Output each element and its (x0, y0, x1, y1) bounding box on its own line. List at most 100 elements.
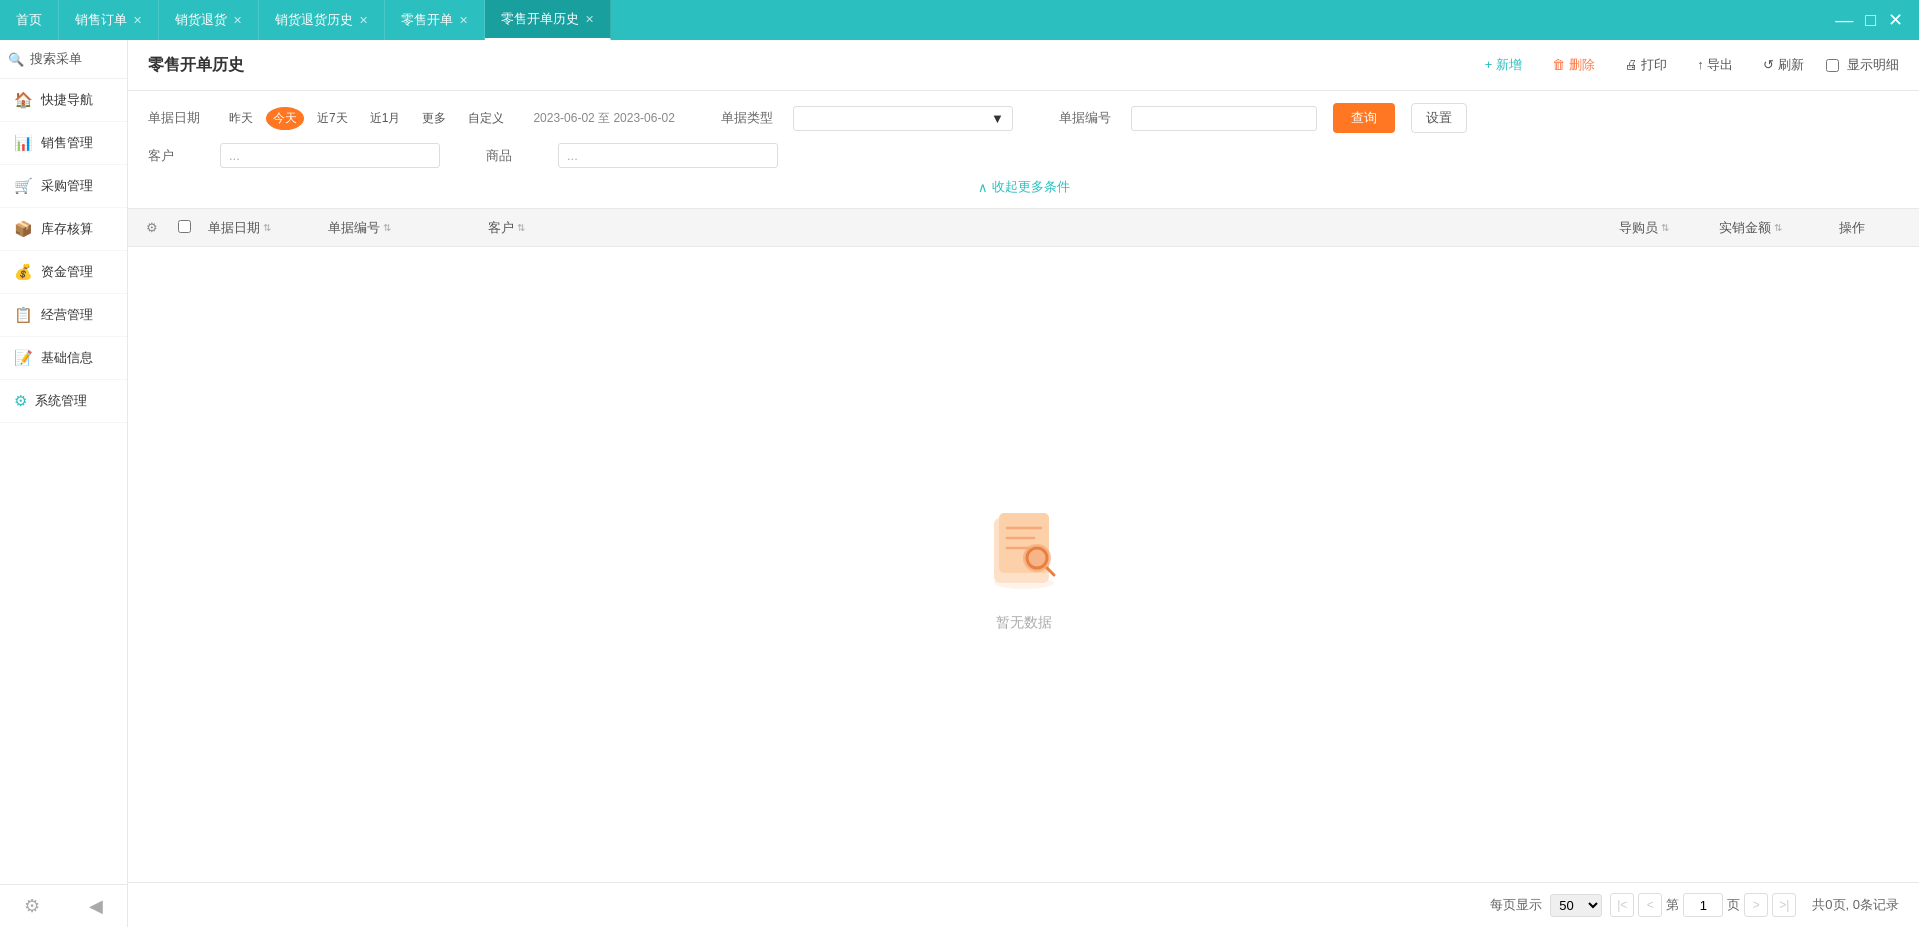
date-buttons: 昨天 今天 近7天 近1月 更多 自定义 (220, 107, 513, 130)
empty-icon (974, 498, 1074, 598)
search-icon: 🔍 (8, 52, 24, 67)
tab-retail-history-close[interactable]: ✕ (585, 13, 594, 26)
management-icon: 📋 (14, 306, 33, 324)
add-button[interactable]: + 新增 (1477, 52, 1530, 78)
goods-label: 商品 (486, 147, 542, 165)
col-date[interactable]: 单据日期 ⇅ (200, 219, 320, 237)
sidebar-item-inventory[interactable]: 📦 库存核算 (0, 208, 127, 251)
sales-icon: 📊 (14, 134, 33, 152)
tab-retail-close[interactable]: ✕ (459, 14, 468, 27)
sidebar-item-label-system: 系统管理 (35, 392, 87, 410)
show-detail-check[interactable] (1826, 59, 1839, 72)
query-button[interactable]: 查询 (1333, 103, 1395, 133)
date-btn-7days[interactable]: 近7天 (308, 107, 357, 130)
select-all-check[interactable] (178, 220, 191, 233)
window-controls: — □ ✕ (1819, 9, 1919, 31)
purchase-icon: 🛒 (14, 177, 33, 195)
col-amount-sort: ⇅ (1774, 222, 1782, 233)
select-all-checkbox[interactable] (168, 220, 200, 236)
delete-button[interactable]: 🗑 删除 (1544, 52, 1603, 78)
content-area: 零售开单历史 + 新增 🗑 删除 🖨 打印 ↑ 导出 ↺ 刷新 显示明细 单据日… (128, 40, 1919, 927)
sidebar-item-label-mgmt: 经营管理 (41, 306, 93, 324)
next-page-btn[interactable]: > (1744, 893, 1768, 917)
collapse-sidebar-icon[interactable]: ◀ (89, 895, 103, 917)
sidebar-item-finance[interactable]: 💰 资金管理 (0, 251, 127, 294)
empty-text: 暂无数据 (996, 614, 1052, 632)
collapse-filter-btn[interactable]: ∧ 收起更多条件 (148, 178, 1899, 196)
sidebar-item-system[interactable]: ⚙ 系统管理 (0, 380, 127, 423)
customer-placeholder: ... (229, 148, 240, 163)
pagination: 每页显示 50 100 200 |< < 第 页 > >| 共0页, 0条记录 (128, 882, 1919, 927)
per-page-label: 每页显示 (1490, 896, 1542, 914)
tab-sales-order[interactable]: 销售订单 ✕ (59, 0, 159, 40)
col-order-no-label: 单据编号 (328, 219, 380, 237)
refresh-button[interactable]: ↺ 刷新 (1755, 52, 1812, 78)
date-btn-more[interactable]: 更多 (413, 107, 455, 130)
total-label: 共0页, 0条记录 (1812, 896, 1899, 914)
col-guide[interactable]: 导购员 ⇅ (1611, 219, 1711, 237)
customer-input[interactable]: ... (220, 143, 440, 168)
type-filter-label: 单据类型 (721, 109, 777, 127)
minimize-btn[interactable]: — (1835, 10, 1853, 31)
per-page-select[interactable]: 50 100 200 (1550, 894, 1602, 917)
setting-button[interactable]: 设置 (1411, 103, 1467, 133)
finance-icon: 💰 (14, 263, 33, 281)
tab-retail-history[interactable]: 零售开单历史 ✕ (485, 0, 611, 40)
empty-area: 暂无数据 (128, 247, 1919, 882)
basics-icon: 📝 (14, 349, 33, 367)
order-no-label: 单据编号 (1059, 109, 1115, 127)
col-action: 操作 (1831, 219, 1911, 237)
col-order-sort: ⇅ (383, 222, 391, 233)
customer-label: 客户 (148, 147, 204, 165)
sidebar-item-label-inventory: 库存核算 (41, 220, 93, 238)
date-btn-yesterday[interactable]: 昨天 (220, 107, 262, 130)
filter-row-2: 客户 ... 商品 ... (148, 143, 1899, 168)
prev-page-btn[interactable]: < (1638, 893, 1662, 917)
tab-return-history[interactable]: 销货退货历史 ✕ (259, 0, 385, 40)
table-header: ⚙ 单据日期 ⇅ 单据编号 ⇅ 客户 ⇅ 导购员 ⇅ (128, 209, 1919, 247)
sidebar-item-basics[interactable]: 📝 基础信息 (0, 337, 127, 380)
filter-row-1: 单据日期 昨天 今天 近7天 近1月 更多 自定义 2023-06-02 至 2… (148, 103, 1899, 133)
page-suffix-label: 页 (1727, 896, 1740, 914)
first-page-btn[interactable]: |< (1610, 893, 1634, 917)
sidebar-item-quick-nav[interactable]: 🏠 快捷导航 (0, 79, 127, 122)
type-select[interactable]: ▼ (793, 106, 1013, 131)
last-page-btn[interactable]: >| (1772, 893, 1796, 917)
date-btn-1month[interactable]: 近1月 (361, 107, 410, 130)
tab-return-close[interactable]: ✕ (233, 14, 242, 27)
col-customer-label: 客户 (488, 219, 514, 237)
tab-return-history-close[interactable]: ✕ (359, 14, 368, 27)
show-detail-checkbox[interactable]: 显示明细 (1826, 56, 1899, 74)
col-amount[interactable]: 实销金额 ⇅ (1711, 219, 1831, 237)
collapse-label: 收起更多条件 (992, 178, 1070, 196)
date-range-text: 2023-06-02 至 2023-06-02 (533, 110, 674, 127)
col-customer[interactable]: 客户 ⇅ (480, 219, 1611, 237)
sidebar-search[interactable]: 🔍 搜索采单 (0, 40, 127, 79)
tab-home[interactable]: 首页 (0, 0, 59, 40)
goods-input[interactable]: ... (558, 143, 778, 168)
sidebar-item-sales[interactable]: 📊 销售管理 (0, 122, 127, 165)
settings-icon[interactable]: ⚙ (24, 895, 40, 917)
tab-return[interactable]: 销货退货 ✕ (159, 0, 259, 40)
tab-sales-order-label: 销售订单 (75, 11, 127, 29)
tab-retail[interactable]: 零售开单 ✕ (385, 0, 485, 40)
print-button[interactable]: 🖨 打印 (1617, 52, 1676, 78)
date-btn-custom[interactable]: 自定义 (459, 107, 513, 130)
date-btn-today[interactable]: 今天 (266, 107, 304, 130)
sidebar-item-label-finance: 资金管理 (41, 263, 93, 281)
maximize-btn[interactable]: □ (1865, 10, 1876, 31)
tab-sales-order-close[interactable]: ✕ (133, 14, 142, 27)
col-order-no[interactable]: 单据编号 ⇅ (320, 219, 480, 237)
table-setting-icon[interactable]: ⚙ (136, 220, 168, 235)
inventory-icon: 📦 (14, 220, 33, 238)
order-no-input[interactable] (1131, 106, 1317, 131)
export-button[interactable]: ↑ 导出 (1689, 52, 1741, 78)
sidebar-item-purchase[interactable]: 🛒 采购管理 (0, 165, 127, 208)
page-input[interactable] (1683, 893, 1723, 917)
window-close-btn[interactable]: ✕ (1888, 9, 1903, 31)
date-filter-label: 单据日期 (148, 109, 204, 127)
tab-return-history-label: 销货退货历史 (275, 11, 353, 29)
sidebar-search-label: 搜索采单 (30, 50, 82, 68)
col-customer-sort: ⇅ (517, 222, 525, 233)
sidebar-item-management[interactable]: 📋 经营管理 (0, 294, 127, 337)
